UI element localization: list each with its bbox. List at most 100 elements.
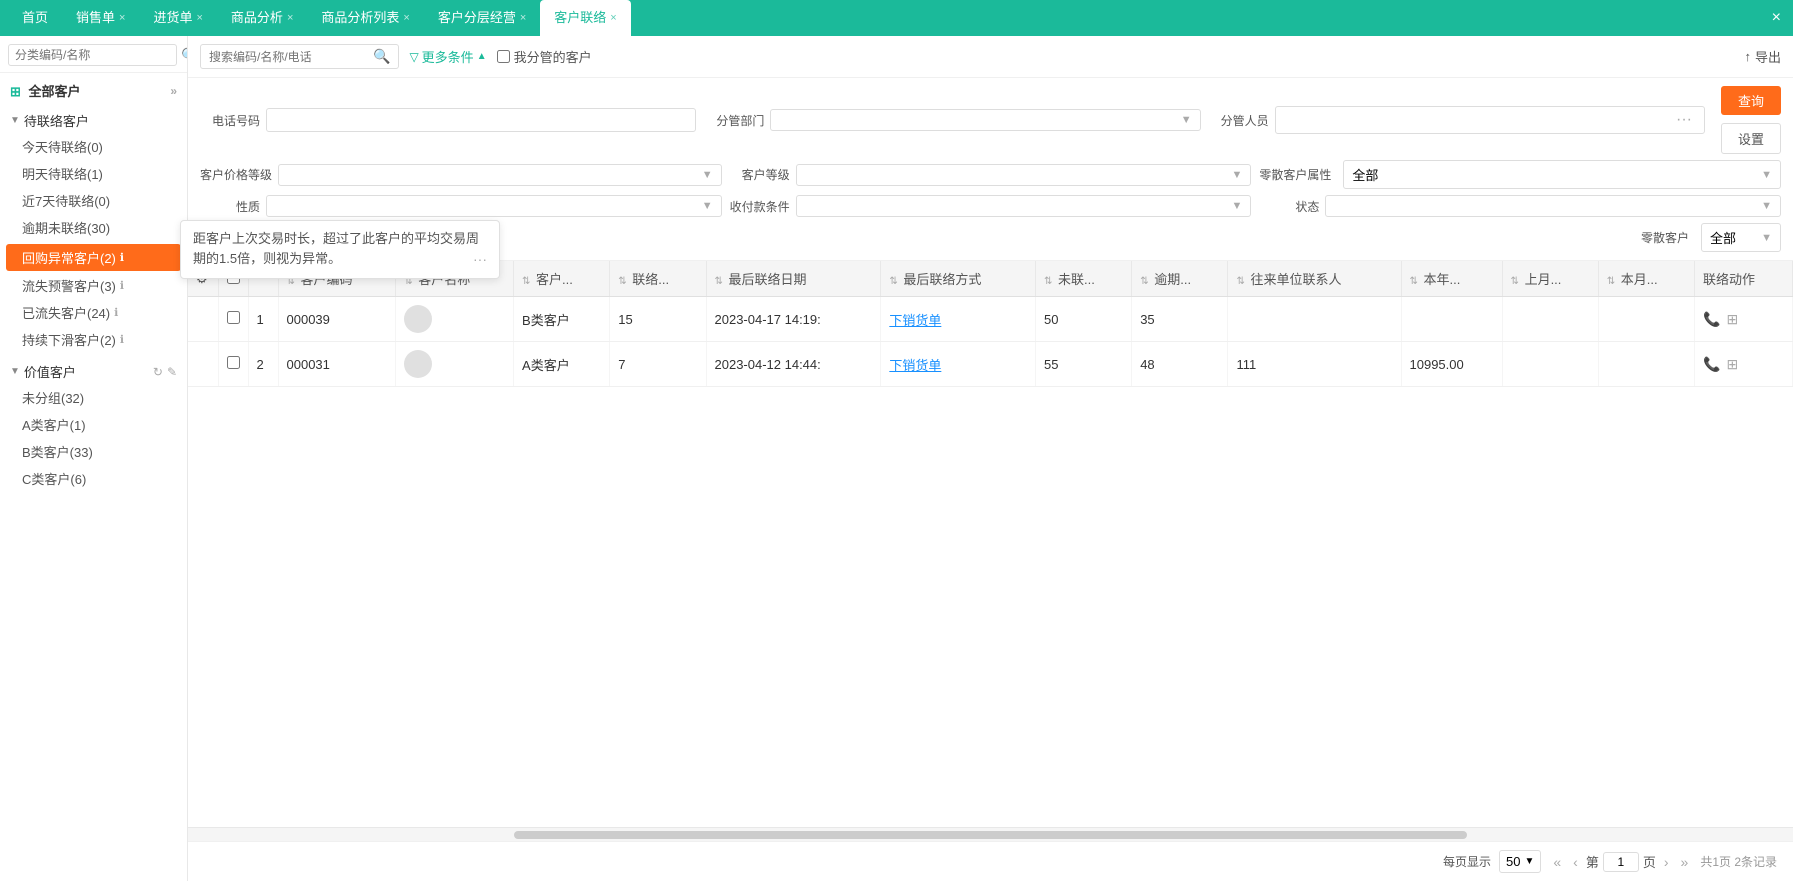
th-unreached[interactable]: ⇅ 未联... xyxy=(1035,261,1131,297)
h-scroll-area[interactable] xyxy=(188,827,1793,841)
page-number-input[interactable] xyxy=(1603,852,1639,872)
sidebar-item-churn-warning[interactable]: 流失预警客户(3) ℹ xyxy=(0,272,187,299)
more-action-icon[interactable]: ⊞ xyxy=(1726,311,1738,328)
row1-checkbox[interactable] xyxy=(227,311,240,324)
phone-action-icon2[interactable]: 📞 xyxy=(1703,356,1720,373)
th-type[interactable]: ⇅ 客户... xyxy=(514,261,610,297)
close-all-btn[interactable]: × xyxy=(1772,9,1781,27)
sidebar-item-b-class[interactable]: B类客户(33) xyxy=(0,438,187,465)
info-icon2: ℹ xyxy=(120,279,124,292)
edit-icon[interactable]: ✎ xyxy=(167,365,177,379)
dept-select[interactable]: ▼ xyxy=(770,109,1200,131)
nav-product-analysis-close[interactable]: × xyxy=(287,0,293,36)
refresh-icon[interactable]: ↻ xyxy=(153,365,163,379)
page-size-select[interactable]: 50 ▼ xyxy=(1499,850,1541,873)
nav-sales[interactable]: 销售单 × xyxy=(62,0,139,36)
nav-customer-contact[interactable]: 客户联络 × xyxy=(540,0,630,36)
manager-select[interactable]: ··· xyxy=(1275,106,1705,134)
phone-input[interactable] xyxy=(266,108,696,132)
col-icon11: ⇅ xyxy=(1511,276,1519,287)
payment-select[interactable]: ▼ xyxy=(796,195,1252,217)
tooltip-more[interactable]: ··· xyxy=(473,249,487,270)
query-button[interactable]: 查询 xyxy=(1721,86,1781,115)
nav-customer-layered-close[interactable]: × xyxy=(520,0,526,36)
value-group-title[interactable]: ▼ 价值客户 ↻ ✎ xyxy=(0,357,187,384)
nav-product-analysis-list[interactable]: 商品分析列表 × xyxy=(307,0,423,36)
main-search-icon[interactable]: 🔍 xyxy=(373,48,390,65)
sidebar-search-area: 🔍 xyxy=(0,36,187,73)
col-icon3: ⇅ xyxy=(522,276,530,287)
th-last-date[interactable]: ⇅ 最后联络日期 xyxy=(706,261,881,297)
td-checkbox2[interactable] xyxy=(218,342,248,387)
status-select[interactable]: ▼ xyxy=(1325,195,1781,217)
nav-product-analysis-list-close[interactable]: × xyxy=(403,0,409,36)
nav-purchase[interactable]: 进货单 × xyxy=(139,0,216,36)
sidebar-item-churned[interactable]: 已流失客户(24) ℹ xyxy=(0,299,187,326)
filter-retail-attr-field: 零散客户属性 全部 ▼ xyxy=(1259,160,1781,189)
nav-customer-layered[interactable]: 客户分层经营 × xyxy=(424,0,540,36)
pending-arrow-icon: ▼ xyxy=(10,115,20,126)
nav-home[interactable]: 首页 xyxy=(8,0,62,36)
phone-action-icon[interactable]: 📞 xyxy=(1703,311,1720,328)
td-settings xyxy=(188,297,218,342)
th-company-contact[interactable]: ⇅ 往来单位联系人 xyxy=(1228,261,1401,297)
sidebar-item-a-class[interactable]: A类客户(1) xyxy=(0,411,187,438)
td-last-date2: 2023-04-12 14:44: xyxy=(706,342,881,387)
next-page-btn[interactable]: › xyxy=(1660,852,1673,872)
action-icons2: 📞 ⊞ xyxy=(1703,356,1784,373)
nav-purchase-close[interactable]: × xyxy=(196,0,202,36)
sidebar-item-abnormal[interactable]: 回购异常客户(2) ℹ xyxy=(6,244,181,271)
customer-level-select[interactable]: ▼ xyxy=(796,164,1252,186)
th-last-month[interactable]: ⇅ 上月... xyxy=(1502,261,1598,297)
th-this-month[interactable]: ⇅ 本月... xyxy=(1598,261,1694,297)
sidebar-item-tomorrow[interactable]: 明天待联络(1) xyxy=(0,160,187,187)
sidebar-item-today[interactable]: 今天待联络(0) xyxy=(0,133,187,160)
td-last-method[interactable]: 下销货单 xyxy=(881,297,1036,342)
filter-payment-field: 收付款条件 ▼ xyxy=(730,195,1252,217)
main-search-input[interactable] xyxy=(209,50,369,64)
settings-button[interactable]: 设置 xyxy=(1721,123,1781,154)
export-btn[interactable]: ↑ 导出 xyxy=(1744,47,1781,66)
my-customers-checkbox[interactable] xyxy=(497,50,510,63)
more-action-icon2[interactable]: ⊞ xyxy=(1726,356,1738,373)
th-overdue[interactable]: ⇅ 逾期... xyxy=(1132,261,1228,297)
last-page-btn[interactable]: » xyxy=(1677,852,1693,872)
sidebar-search-input[interactable] xyxy=(8,44,177,66)
more-conditions-btn[interactable]: ▽ 更多条件 ▲ xyxy=(409,47,486,66)
pending-group-title[interactable]: ▼ 待联络客户 xyxy=(0,106,187,133)
prev-page-btn[interactable]: ‹ xyxy=(1569,852,1582,872)
th-this-year[interactable]: ⇅ 本年... xyxy=(1401,261,1502,297)
filter-price-level-field: 客户价格等级 ▼ xyxy=(200,164,722,186)
retail-attr-select[interactable]: 全部 ▼ xyxy=(1343,160,1781,189)
filter-search-box: 🔍 xyxy=(200,44,399,69)
gender-select[interactable]: ▼ xyxy=(266,195,722,217)
th-last-method[interactable]: ⇅ 最后联络方式 xyxy=(881,261,1036,297)
first-page-btn[interactable]: « xyxy=(1549,852,1565,872)
sidebar-item-c-class[interactable]: C类客户(6) xyxy=(0,465,187,492)
price-level-select[interactable]: ▼ xyxy=(278,164,722,186)
h-scroll-bar[interactable] xyxy=(514,831,1467,839)
td-name2 xyxy=(396,342,514,387)
sidebar-collapse-btn[interactable]: » xyxy=(170,84,177,98)
td-checkbox[interactable] xyxy=(218,297,248,342)
sidebar-item-overdue[interactable]: 逾期未联络(30) xyxy=(0,214,187,241)
sidebar-item-7days[interactable]: 近7天待联络(0) xyxy=(0,187,187,214)
sidebar-item-declining[interactable]: 持续下滑客户(2) ℹ xyxy=(0,326,187,353)
sidebar-item-ungrouped[interactable]: 未分组(32) xyxy=(0,384,187,411)
retail-attr-chevron-icon: ▼ xyxy=(1761,169,1772,181)
row2-checkbox[interactable] xyxy=(227,356,240,369)
sidebar-search-icon[interactable]: 🔍 xyxy=(181,47,188,64)
td-contact-count: 15 xyxy=(610,297,706,342)
nav-product-analysis[interactable]: 商品分析 × xyxy=(217,0,307,36)
manager-dots-icon[interactable]: ··· xyxy=(1672,111,1696,129)
nav-sales-close[interactable]: × xyxy=(119,0,125,36)
nav-customer-contact-close[interactable]: × xyxy=(610,0,616,36)
chevron-up-icon: ▲ xyxy=(477,51,487,62)
filter-phone-field: 电话号码 xyxy=(200,108,696,132)
retail-customer-select[interactable]: 全部 ▼ xyxy=(1701,223,1781,252)
funnel-icon: ▽ xyxy=(409,50,418,64)
td-row-num: 1 xyxy=(248,297,278,342)
col-icon12: ⇅ xyxy=(1607,276,1615,287)
td-last-method2[interactable]: 下销货单 xyxy=(881,342,1036,387)
th-contact-count[interactable]: ⇅ 联络... xyxy=(610,261,706,297)
